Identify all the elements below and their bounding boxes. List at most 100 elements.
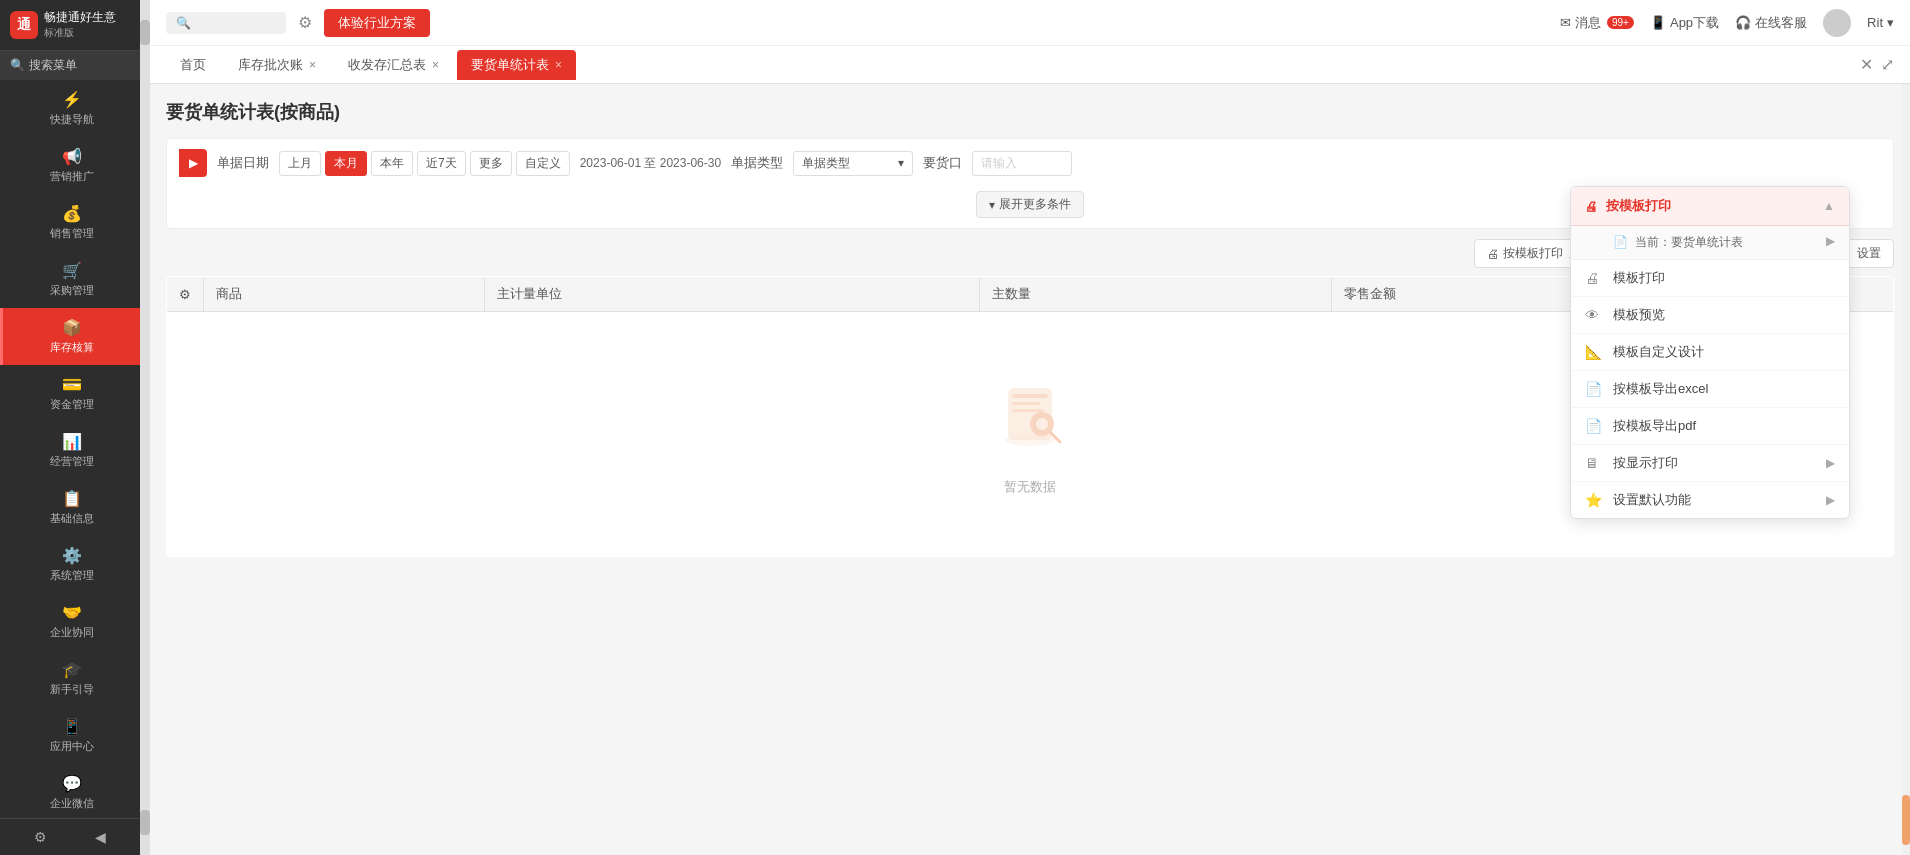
collapse-btn[interactable]: ◀ [95, 829, 106, 845]
marketing-icon: 📢 [62, 147, 82, 166]
user-name[interactable]: Rit ▾ [1867, 15, 1894, 30]
tab-close-all-icon[interactable]: ✕ [1860, 55, 1873, 74]
order-goods-label: 要货口 [923, 154, 962, 172]
sales-icon: 💰 [62, 204, 82, 223]
search-icon: 🔍 [10, 58, 25, 72]
dropdown-section-display-print[interactable]: 🖥 按显示打印 ▶ [1571, 445, 1849, 482]
sidebar-item-finance[interactable]: 💳 资金管理 [0, 365, 140, 422]
tab-bar: 首页 库存批次账 × 收发存汇总表 × 要货单统计表 × ✕ ⤢ [150, 46, 1910, 84]
dropdown-item-template-preview[interactable]: 👁 模板预览 [1571, 297, 1849, 334]
expand-icon: ▾ [989, 198, 995, 212]
topbar-right: ✉ 消息 99+ 📱 App下载 🎧 在线客服 Rit ▾ [1560, 9, 1894, 37]
sidebar-item-quick-nav[interactable]: ⚡ 快捷导航 [0, 80, 140, 137]
template-print-icon: 🖨 [1585, 270, 1603, 286]
tab-close-receipt-summary[interactable]: × [432, 58, 439, 72]
doc-type-select[interactable]: 单据类型 ▾ [793, 151, 913, 176]
headset-icon: 🎧 [1735, 15, 1751, 30]
settings-btn[interactable]: 设置 [1844, 239, 1894, 268]
sidebar-item-guide[interactable]: 🎓 新手引导 [0, 650, 140, 707]
user-avatar[interactable] [1823, 9, 1851, 37]
dropdown-chevron-up: ▲ [1823, 199, 1835, 213]
wechat-icon: 💬 [62, 774, 82, 793]
tab-close-order-summary[interactable]: × [555, 58, 562, 72]
filter-expand-btn[interactable]: ▶ [179, 149, 207, 177]
phone-icon: 📱 [1650, 15, 1666, 30]
trial-btn[interactable]: 体验行业方案 [324, 9, 430, 37]
date-btn-7days[interactable]: 近7天 [417, 151, 466, 176]
dropdown-item-export-excel[interactable]: 📄 按模板导出excel [1571, 371, 1849, 408]
system-icon: ⚙️ [62, 546, 82, 565]
page-scroll-thumb [1902, 795, 1910, 845]
print-icon: 🖨 [1487, 247, 1499, 261]
svg-rect-4 [1012, 409, 1044, 412]
date-btn-this-month[interactable]: 本月 [325, 151, 367, 176]
svg-rect-3 [1012, 402, 1040, 405]
sidebar-logo: 通 畅捷通好生意 标准版 [0, 0, 140, 51]
tab-close-batch-account[interactable]: × [309, 58, 316, 72]
appstore-icon: 📱 [62, 717, 82, 736]
date-btn-more[interactable]: 更多 [470, 151, 512, 176]
main-area: 🔍 ⚙ 体验行业方案 ✉ 消息 99+ 📱 App下载 🎧 在线客服 Rit ▾ [150, 0, 1910, 855]
dropdown-item-export-pdf[interactable]: 📄 按模板导出pdf [1571, 408, 1849, 445]
collab-icon: 🤝 [62, 603, 82, 622]
sidebar-item-appstore[interactable]: 📱 应用中心 [0, 707, 140, 764]
topbar-gear-icon[interactable]: ⚙ [298, 13, 312, 32]
sidebar-item-system[interactable]: ⚙️ 系统管理 [0, 536, 140, 593]
date-btn-this-year[interactable]: 本年 [371, 151, 413, 176]
message-badge: 99+ [1607, 16, 1634, 29]
topbar-search-box[interactable]: 🔍 [166, 12, 286, 34]
date-btn-custom[interactable]: 自定义 [516, 151, 570, 176]
app-download-btn[interactable]: 📱 App下载 [1650, 14, 1719, 32]
current-template-item[interactable]: 📄 当前：要货单统计表 ▶ [1571, 226, 1849, 260]
sidebar-item-basic[interactable]: 📋 基础信息 [0, 479, 140, 536]
tab-maximize-icon[interactable]: ⤢ [1881, 55, 1894, 74]
sidebar-item-sales[interactable]: 💰 销售管理 [0, 194, 140, 251]
sidebar-item-wechat[interactable]: 💬 企业微信 [0, 764, 140, 818]
sidebar-scrollbar[interactable] [140, 0, 150, 855]
date-options: 上月 本月 本年 近7天 更多 自定义 [279, 151, 570, 176]
page-content: 要货单统计表(按商品) ▶ 单据日期 上月 本月 本年 近7天 更多 自定义 2… [150, 84, 1910, 855]
svg-rect-2 [1012, 394, 1048, 398]
dropdown-section-set-default[interactable]: ⭐ 设置默认功能 ▶ [1571, 482, 1849, 518]
message-btn[interactable]: ✉ 消息 99+ [1560, 14, 1634, 32]
date-range-display: 2023-06-01 至 2023-06-30 [580, 155, 721, 172]
settings-bottom-btn[interactable]: ⚙ [34, 829, 47, 845]
online-service-btn[interactable]: 🎧 在线客服 [1735, 14, 1807, 32]
sidebar-item-purchase[interactable]: 🛒 采购管理 [0, 251, 140, 308]
guide-icon: 🎓 [62, 660, 82, 679]
set-default-icon: ⭐ [1585, 492, 1603, 508]
current-template-chevron: ▶ [1826, 234, 1835, 248]
inventory-icon: 📦 [62, 318, 82, 337]
page-scrollbar[interactable] [1902, 84, 1910, 855]
table-col-settings[interactable]: ⚙ [167, 277, 204, 312]
topbar-search-icon: 🔍 [176, 16, 191, 30]
dropdown-item-template-design[interactable]: 📐 模板自定义设计 [1571, 334, 1849, 371]
tab-order-summary[interactable]: 要货单统计表 × [457, 50, 576, 80]
message-icon: ✉ [1560, 15, 1571, 30]
topbar: 🔍 ⚙ 体验行业方案 ✉ 消息 99+ 📱 App下载 🎧 在线客服 Rit ▾ [150, 0, 1910, 46]
export-pdf-icon: 📄 [1585, 418, 1603, 434]
sidebar-search[interactable]: 🔍 搜索菜单 [0, 51, 140, 80]
print-header-icon: 🖨 [1585, 199, 1598, 214]
sidebar-item-inventory[interactable]: 📦 库存核算 [0, 308, 140, 365]
sidebar-item-operation[interactable]: 📊 经营管理 [0, 422, 140, 479]
set-default-chevron: ▶ [1826, 493, 1835, 507]
dropdown-item-template-print[interactable]: 🖨 模板打印 [1571, 260, 1849, 297]
purchase-icon: 🛒 [62, 261, 82, 280]
display-print-icon: 🖥 [1585, 455, 1603, 471]
tab-receipt-summary[interactable]: 收发存汇总表 × [334, 50, 453, 80]
order-goods-input[interactable]: 请输入 [972, 151, 1072, 176]
dropdown-header[interactable]: 🖨 按模板打印 ▲ [1571, 187, 1849, 226]
expand-more-btn[interactable]: ▾ 展开更多条件 [976, 191, 1084, 218]
sidebar-item-marketing[interactable]: 📢 营销推广 [0, 137, 140, 194]
sidebar-scroll-thumb-bottom [140, 810, 150, 835]
table-col-goods: 商品 [204, 277, 485, 312]
date-btn-prev-month[interactable]: 上月 [279, 151, 321, 176]
tab-batch-account[interactable]: 库存批次账 × [224, 50, 330, 80]
logo-icon: 通 [10, 11, 38, 39]
sidebar: 通 畅捷通好生意 标准版 🔍 搜索菜单 ⚡ 快捷导航 📢 营销推广 💰 销售管理… [0, 0, 140, 855]
user-dropdown-icon: ▾ [1887, 15, 1894, 30]
filter-row: ▶ 单据日期 上月 本月 本年 近7天 更多 自定义 2023-06-01 至 … [179, 149, 1881, 177]
tab-home[interactable]: 首页 [166, 50, 220, 80]
sidebar-item-collab[interactable]: 🤝 企业协同 [0, 593, 140, 650]
